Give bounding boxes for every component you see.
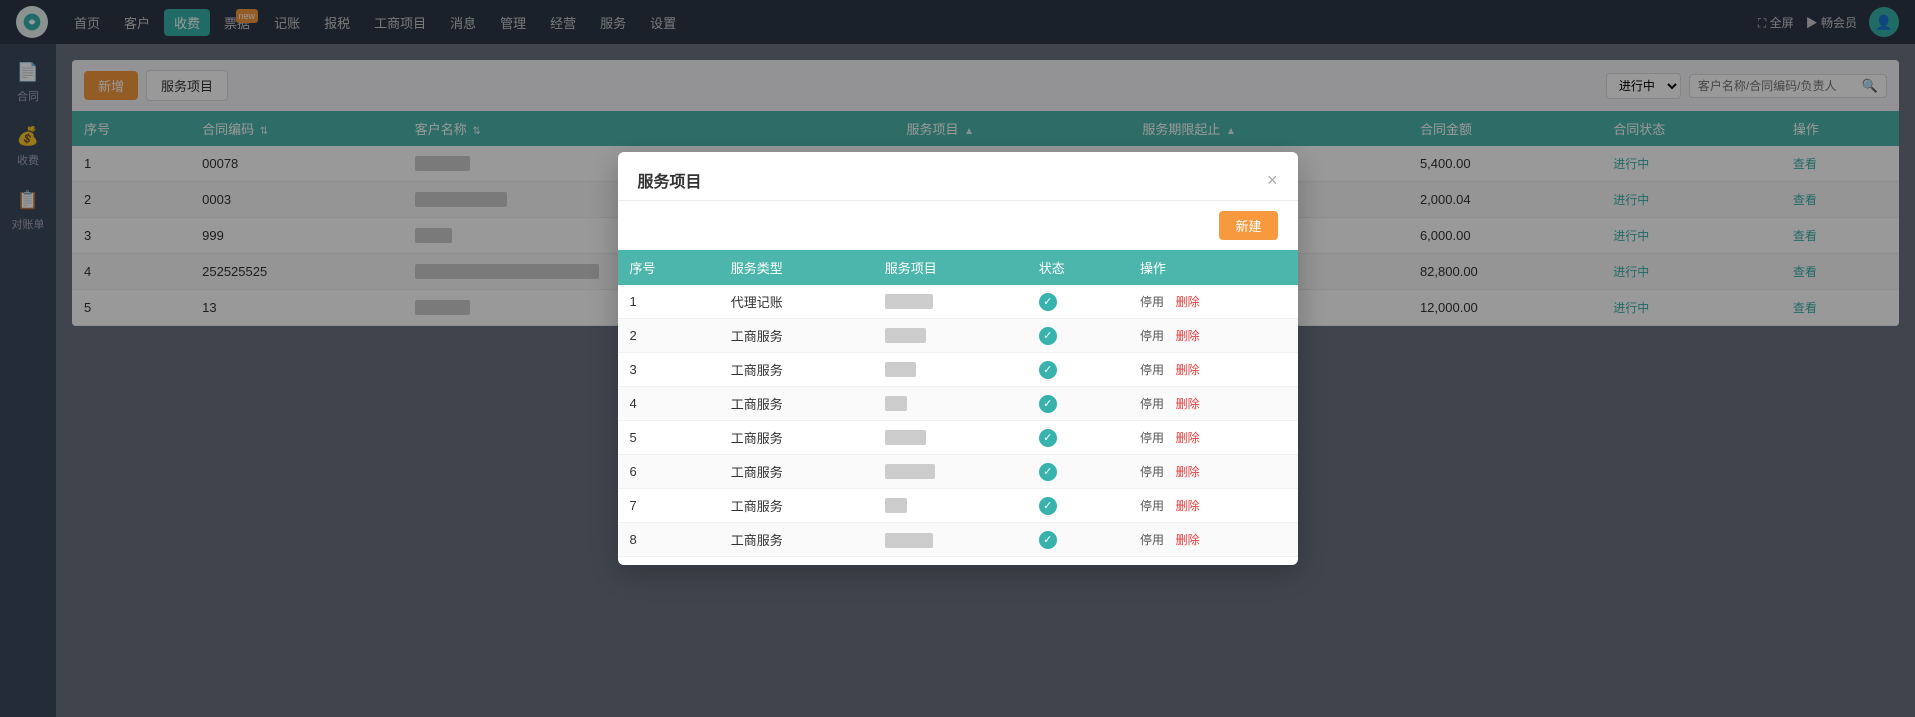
status-check-icon: ✓: [1039, 429, 1057, 447]
stop-button[interactable]: 停用: [1140, 397, 1164, 411]
modal-cell-type: 工商服务: [719, 489, 873, 523]
modal-cell-id: 4: [618, 387, 719, 421]
modal-cell-type: 工商服务: [719, 421, 873, 455]
modal-table-row: 5 工商服务 ████ ✓ 停用 删除: [618, 421, 1298, 455]
modal-cell-status: ✓: [1027, 489, 1128, 523]
modal-col-status: 状态: [1027, 250, 1128, 285]
modal-cell-action: 停用 删除: [1128, 319, 1297, 353]
stop-button[interactable]: 停用: [1140, 295, 1164, 309]
modal-table-row: 6 工商服务 █████ ✓ 停用 删除: [618, 455, 1298, 489]
stop-button[interactable]: 停用: [1140, 329, 1164, 343]
status-check-icon: ✓: [1039, 531, 1057, 549]
content-area: 新增 服务项目 进行中 全部 已完成 已终止 🔍: [56, 44, 1915, 717]
modal-cell-status: ✓: [1027, 387, 1128, 421]
modal-cell-id: 3: [618, 353, 719, 387]
delete-button[interactable]: 删除: [1176, 295, 1200, 309]
modal-cell-type: 代理记账: [719, 285, 873, 319]
stop-button[interactable]: 停用: [1140, 533, 1164, 547]
modal-cell-action: 停用 删除: [1128, 353, 1297, 387]
modal-table-row: 7 工商服务 ██ ✓ 停用 删除: [618, 489, 1298, 523]
delete-button[interactable]: 删除: [1176, 465, 1200, 479]
modal-cell-item: ██: [873, 489, 1027, 523]
status-check-icon: ✓: [1039, 327, 1057, 345]
stop-button[interactable]: 停用: [1140, 363, 1164, 377]
modal-header: 服务项目 ×: [618, 152, 1298, 201]
modal-cell-status: ✓: [1027, 285, 1128, 319]
status-check-icon: ✓: [1039, 293, 1057, 311]
modal-col-type: 服务类型: [719, 250, 873, 285]
modal-cell-action: 停用 删除: [1128, 455, 1297, 489]
status-check-icon: ✓: [1039, 361, 1057, 379]
modal-cell-action: 停用 删除: [1128, 421, 1297, 455]
modal-cell-id: 5: [618, 421, 719, 455]
stop-button[interactable]: 停用: [1140, 431, 1164, 445]
modal-cell-status: ✓: [1027, 353, 1128, 387]
delete-button[interactable]: 删除: [1176, 499, 1200, 513]
modal-table-row: 2 工商服务 ████ ✓ 停用 删除: [618, 319, 1298, 353]
modal-new-button[interactable]: 新建: [1219, 211, 1277, 240]
modal-cell-item: ███: [873, 353, 1027, 387]
modal-table-row: 4 工商服务 ██ ✓ 停用 删除: [618, 387, 1298, 421]
status-check-icon: ✓: [1039, 395, 1057, 413]
modal-cell-status: ✓: [1027, 455, 1128, 489]
modal-cell-id: 1: [618, 285, 719, 319]
modal-cell-type: 工商服务: [719, 523, 873, 557]
modal-cell-type: 工商服务: [719, 319, 873, 353]
delete-button[interactable]: 删除: [1176, 431, 1200, 445]
modal-cell-type: 工商服务: [719, 387, 873, 421]
status-check-icon: ✓: [1039, 497, 1057, 515]
modal-cell-id: 7: [618, 489, 719, 523]
delete-button[interactable]: 删除: [1176, 533, 1200, 547]
modal-col-id: 序号: [618, 250, 719, 285]
modal-col-item: 服务项目: [873, 250, 1027, 285]
modal-title: 服务项目: [638, 168, 702, 192]
modal-cell-action: 停用 删除: [1128, 285, 1297, 319]
modal-cell-type: 工商服务: [719, 455, 873, 489]
stop-button[interactable]: 停用: [1140, 465, 1164, 479]
modal-overlay[interactable]: 服务项目 × 新建 序号 服务类型 服务项目 状态: [56, 44, 1915, 717]
modal-cell-action: 停用 删除: [1128, 523, 1297, 557]
delete-button[interactable]: 删除: [1176, 397, 1200, 411]
modal-cell-id: 2: [618, 319, 719, 353]
service-item-modal: 服务项目 × 新建 序号 服务类型 服务项目 状态: [618, 152, 1298, 565]
modal-cell-status: ✓: [1027, 319, 1128, 353]
modal-cell-item: ████1: [873, 285, 1027, 319]
modal-cell-id: 6: [618, 455, 719, 489]
modal-cell-action: 停用 删除: [1128, 387, 1297, 421]
main-layout: 📄 合同 💰 收费 📋 对账单 新增 服务项目 进行中 全部 已完成: [0, 44, 1915, 717]
modal-cell-item: █████: [873, 455, 1027, 489]
delete-button[interactable]: 删除: [1176, 329, 1200, 343]
modal-cell-item: ████: [873, 319, 1027, 353]
modal-table-row: 3 工商服务 ███ ✓ 停用 删除: [618, 353, 1298, 387]
modal-cell-item: ██: [873, 387, 1027, 421]
delete-button[interactable]: 删除: [1176, 363, 1200, 377]
modal-cell-type: 工商服务: [719, 353, 873, 387]
modal-cell-id: 8: [618, 523, 719, 557]
modal-cell-item: ████: [873, 421, 1027, 455]
modal-cell-item: ██注册: [873, 523, 1027, 557]
service-item-table: 序号 服务类型 服务项目 状态 操作 1 代理记账 ████1 ✓ 停用 删除: [618, 250, 1298, 557]
modal-toolbar: 新建: [618, 201, 1298, 250]
modal-body: 序号 服务类型 服务项目 状态 操作 1 代理记账 ████1 ✓ 停用 删除: [618, 250, 1298, 565]
modal-cell-status: ✓: [1027, 523, 1128, 557]
modal-table-row: 8 工商服务 ██注册 ✓ 停用 删除: [618, 523, 1298, 557]
modal-table-row: 1 代理记账 ████1 ✓ 停用 删除: [618, 285, 1298, 319]
modal-cell-action: 停用 删除: [1128, 489, 1297, 523]
modal-cell-status: ✓: [1027, 421, 1128, 455]
stop-button[interactable]: 停用: [1140, 499, 1164, 513]
modal-col-action: 操作: [1128, 250, 1297, 285]
modal-close-button[interactable]: ×: [1267, 171, 1278, 189]
status-check-icon: ✓: [1039, 463, 1057, 481]
